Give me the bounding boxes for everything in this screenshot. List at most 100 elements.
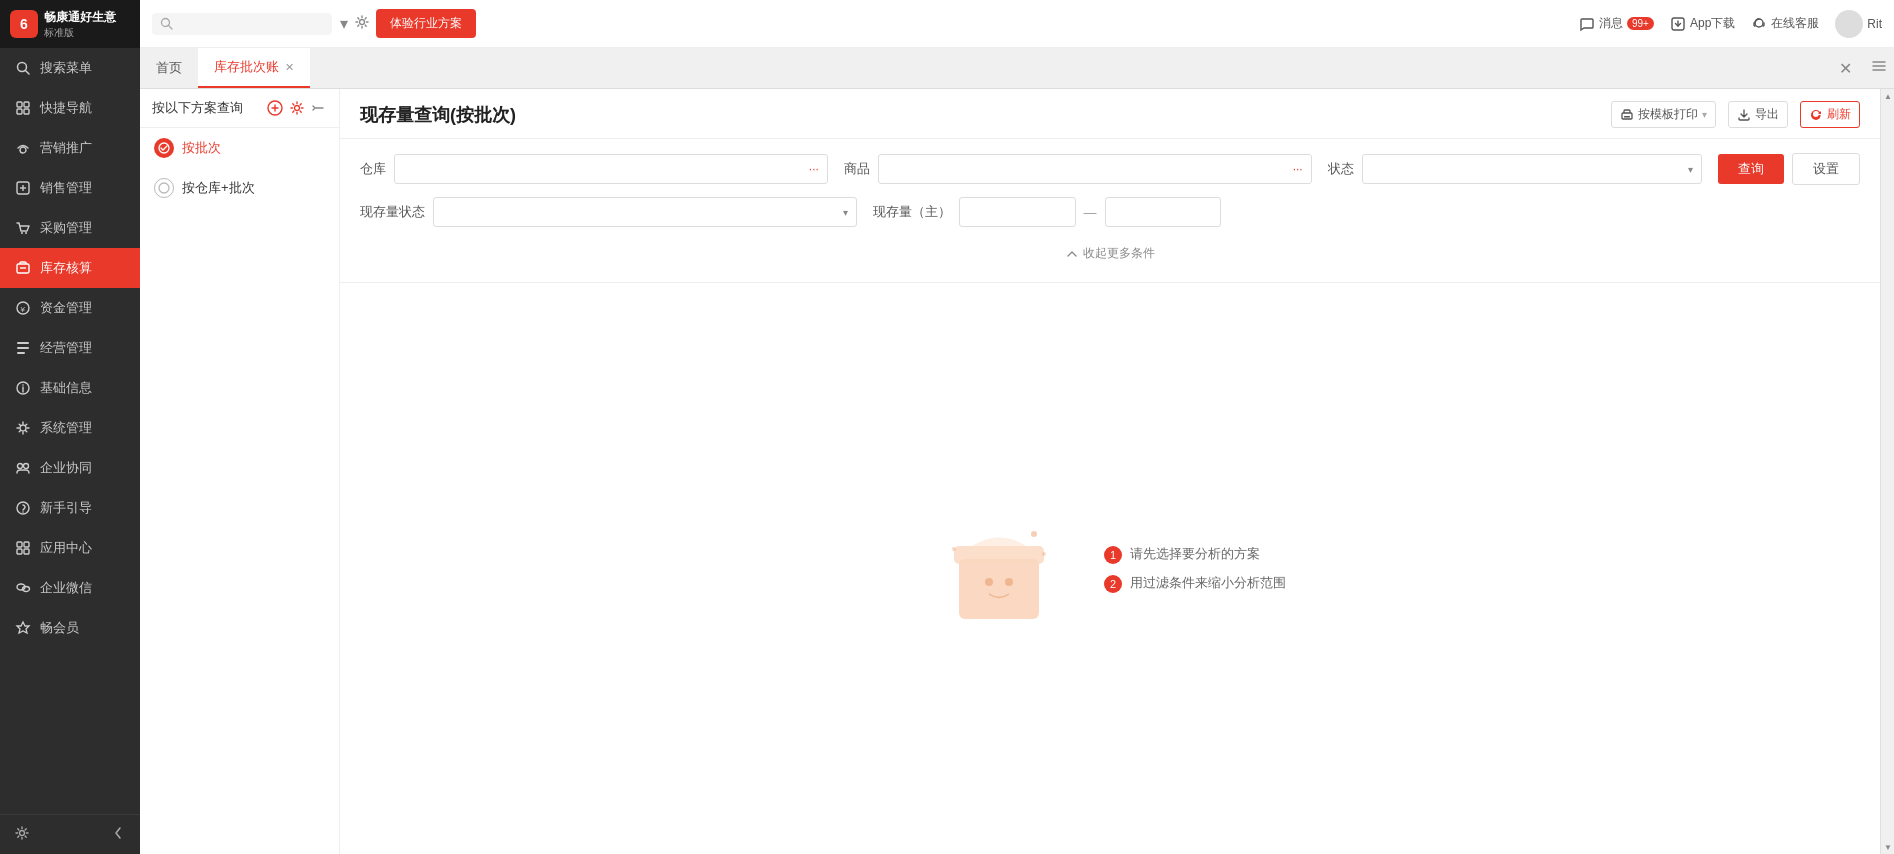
- filter-warehouse-label: 仓库: [360, 160, 386, 178]
- main-panel: 现存量查询(按批次) 按模板打印 ▾: [340, 89, 1880, 854]
- svg-point-24: [24, 464, 29, 469]
- topbar-left: ▾ 体验行业方案: [152, 9, 1571, 38]
- export-icon: [1737, 108, 1751, 122]
- online-service-btn[interactable]: 在线客服: [1751, 15, 1819, 32]
- sidebar-item-inventory[interactable]: 库存核算: [0, 248, 140, 288]
- sidebar-header: 6 畅康通好生意 标准版: [0, 0, 140, 48]
- svg-point-46: [295, 106, 300, 111]
- sidebar-item-purchase[interactable]: 采购管理: [0, 208, 140, 248]
- sidebar-item-label: 企业协同: [40, 459, 92, 477]
- empty-content: 1 请先选择要分析的方案 2 用过滤条件来缩小分析范围: [934, 504, 1286, 634]
- tab-inventory-batch[interactable]: 库存批次账 ✕: [198, 48, 310, 88]
- collapse-label: 收起更多条件: [1083, 245, 1155, 262]
- sidebar-item-quicknav[interactable]: 快捷导航: [0, 88, 140, 128]
- sidebar-item-marketing[interactable]: 营销推广: [0, 128, 140, 168]
- tab-home[interactable]: 首页: [140, 49, 198, 87]
- filter-qty-min-input[interactable]: [959, 197, 1076, 227]
- experience-btn[interactable]: 体验行业方案: [376, 9, 476, 38]
- filter-status-label: 状态: [1328, 160, 1354, 178]
- sidebar-item-label: 经营管理: [40, 339, 92, 357]
- query-btn[interactable]: 查询: [1718, 154, 1784, 184]
- inventory-status-dropdown-icon: ▾: [843, 207, 848, 218]
- svg-rect-17: [17, 347, 29, 349]
- management-icon: [14, 339, 32, 357]
- topbar-dropdown-icon[interactable]: ▾: [340, 14, 348, 33]
- filter-row-2: 现存量状态 ▾ 现存量（主） —: [360, 197, 1860, 227]
- filter-area: 仓库 ··· 商品 ··· 状态: [340, 139, 1880, 283]
- tab-inventory-batch-label: 库存批次账: [214, 58, 279, 76]
- sidebar-item-finance[interactable]: ¥ 资金管理: [0, 288, 140, 328]
- filter-panel-actions: [267, 100, 327, 116]
- sidebar-item-wechat[interactable]: 企业微信: [0, 568, 140, 608]
- scheme-item-warehouse-batch[interactable]: 按仓库+批次: [140, 168, 339, 208]
- add-scheme-icon[interactable]: [267, 100, 283, 116]
- tab-bar: 首页 库存批次账 ✕ ✕: [140, 48, 1894, 89]
- collapse-filter-panel-icon[interactable]: [311, 100, 327, 116]
- topbar-search-input[interactable]: [177, 17, 317, 31]
- svg-point-56: [985, 578, 993, 586]
- settings-footer-icon[interactable]: [14, 825, 30, 844]
- tab-sidebar-toggle-icon[interactable]: [1864, 59, 1894, 77]
- sidebar-item-guide[interactable]: 新手引导: [0, 488, 140, 528]
- sidebar-item-system[interactable]: 系统管理: [0, 408, 140, 448]
- filter-inventory-status-select[interactable]: ▾: [433, 197, 857, 227]
- filter-product-input[interactable]: ···: [878, 154, 1312, 184]
- svg-line-1: [25, 70, 29, 74]
- wechat-icon: [14, 579, 32, 597]
- filter-row-1: 仓库 ··· 商品 ··· 状态: [360, 153, 1860, 185]
- headset-icon: [1751, 16, 1767, 32]
- sidebar-item-collab[interactable]: 企业协同: [0, 448, 140, 488]
- filter-qty-max-input[interactable]: [1105, 197, 1222, 227]
- topbar-search-area[interactable]: [152, 13, 332, 35]
- svg-point-23: [18, 464, 23, 469]
- message-btn[interactable]: 消息 99+: [1579, 15, 1654, 32]
- scroll-down-btn[interactable]: ▼: [1881, 840, 1894, 854]
- topbar-gear-icon[interactable]: [354, 14, 370, 34]
- sidebar-item-member[interactable]: 畅会员: [0, 608, 140, 648]
- filter-panel-header: 按以下方案查询: [140, 89, 339, 128]
- svg-point-10: [21, 232, 23, 234]
- topbar-right: 消息 99+ App下载 在线客服: [1579, 10, 1882, 38]
- filter-warehouse-input[interactable]: ···: [394, 154, 828, 184]
- refresh-icon: [1809, 108, 1823, 122]
- print-template-btn[interactable]: 按模板打印 ▾: [1611, 101, 1716, 128]
- filter-status-select[interactable]: ▾: [1362, 154, 1702, 184]
- sidebar-item-search[interactable]: 搜索菜单: [0, 48, 140, 88]
- export-btn[interactable]: 导出: [1728, 101, 1788, 128]
- sidebar-item-appcenter[interactable]: 应用中心: [0, 528, 140, 568]
- scroll-up-btn[interactable]: ▲: [1881, 89, 1894, 103]
- app-download-btn[interactable]: App下载: [1670, 15, 1735, 32]
- scheme-label: 按批次: [182, 139, 221, 157]
- tab-close-right-icon[interactable]: ✕: [1827, 59, 1864, 78]
- svg-rect-5: [24, 109, 29, 114]
- collapse-sidebar-icon[interactable]: [110, 825, 126, 844]
- svg-rect-2: [17, 102, 22, 107]
- svg-rect-50: [1624, 116, 1630, 118]
- warehouse-dots-btn[interactable]: ···: [809, 162, 819, 176]
- sidebar-item-label: 系统管理: [40, 419, 92, 437]
- message-icon: [1579, 16, 1595, 32]
- print-dropdown-icon: ▾: [1702, 109, 1707, 120]
- collapse-more-btn[interactable]: 收起更多条件: [360, 239, 1860, 268]
- app-download-icon: [1670, 16, 1686, 32]
- sidebar-item-label: 销售管理: [40, 179, 92, 197]
- sidebar-item-management[interactable]: 经营管理: [0, 328, 140, 368]
- appcenter-icon: [14, 539, 32, 557]
- settings-btn[interactable]: 设置: [1792, 153, 1860, 185]
- svg-point-53: [1031, 531, 1037, 537]
- user-avatar-btn[interactable]: Rit: [1835, 10, 1882, 38]
- sidebar-item-sales[interactable]: 销售管理: [0, 168, 140, 208]
- refresh-btn[interactable]: 刷新: [1800, 101, 1860, 128]
- product-dots-btn[interactable]: ···: [1293, 162, 1303, 176]
- scheme-item-batch[interactable]: 按批次: [140, 128, 339, 168]
- sidebar-item-label: 搜索菜单: [40, 59, 92, 77]
- tab-close-icon[interactable]: ✕: [285, 62, 294, 73]
- scheme-settings-icon[interactable]: [289, 100, 305, 116]
- filter-product-field: 商品 ···: [844, 154, 1312, 184]
- page-header: 现存量查询(按批次) 按模板打印 ▾: [340, 89, 1880, 139]
- member-icon: [14, 619, 32, 637]
- quicknav-icon: [14, 99, 32, 117]
- sidebar-item-label: 基础信息: [40, 379, 92, 397]
- svg-point-33: [20, 831, 25, 836]
- sidebar-item-basicinfo[interactable]: 基础信息: [0, 368, 140, 408]
